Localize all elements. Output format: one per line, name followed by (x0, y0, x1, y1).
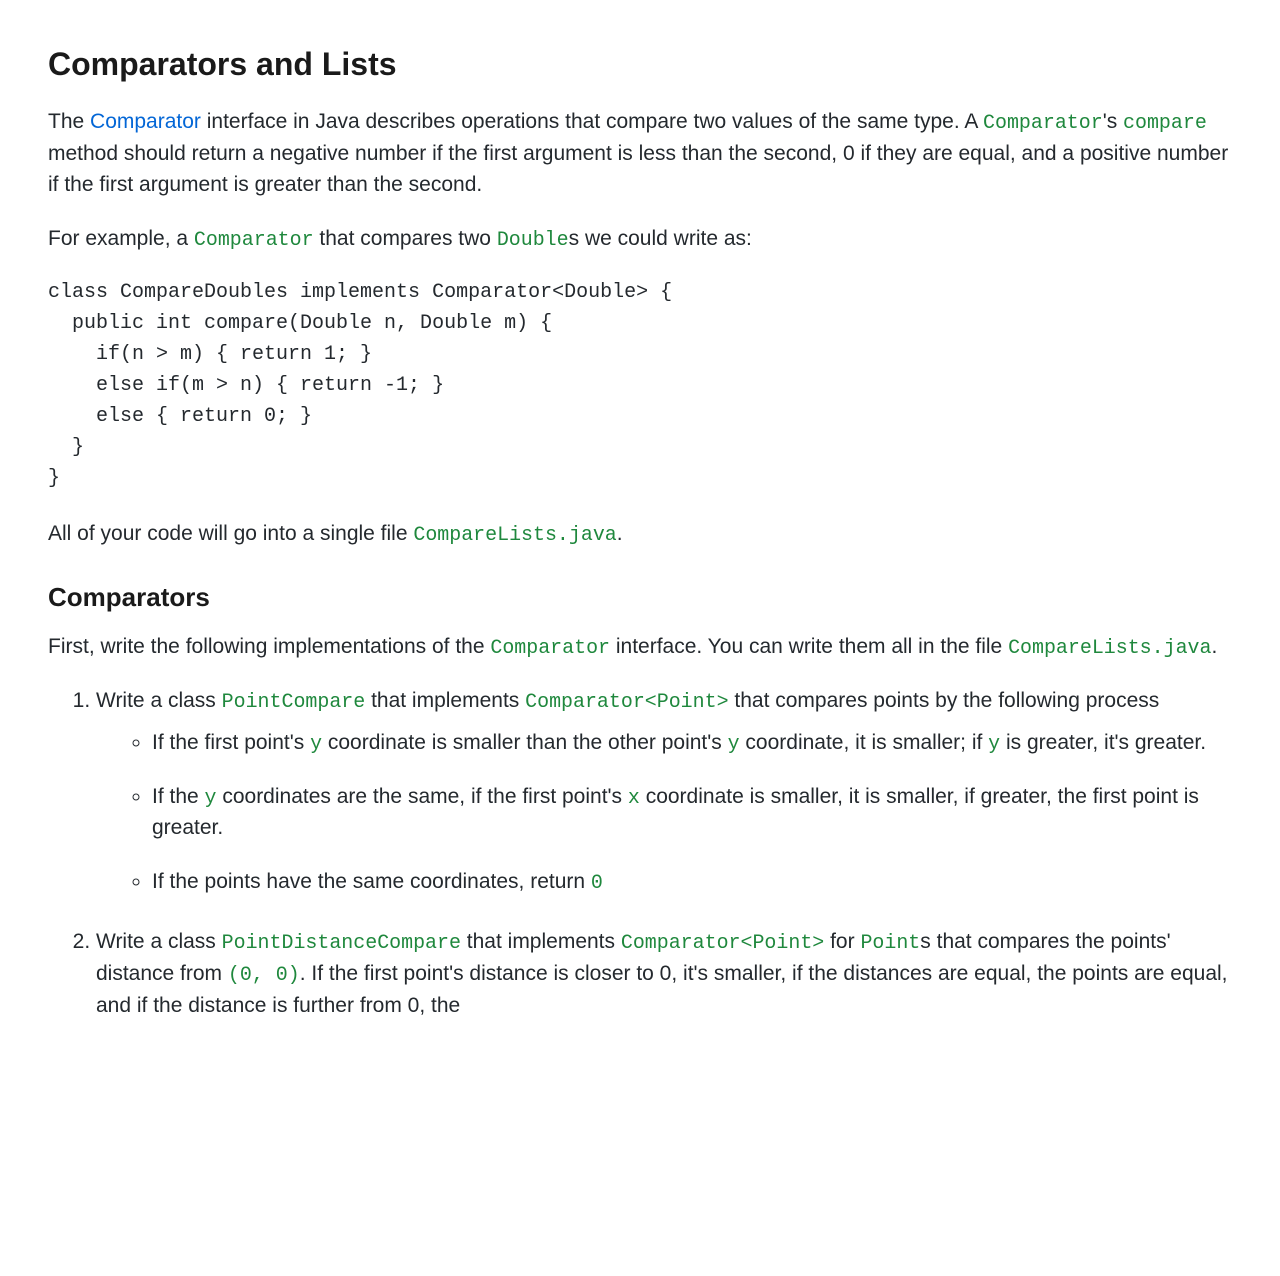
text: . (617, 522, 623, 545)
example-paragraph: For example, a Comparator that compares … (48, 223, 1232, 255)
text: For example, a (48, 227, 194, 250)
file-paragraph: All of your code will go into a single f… (48, 518, 1232, 550)
code-comparator-point: Comparator<Point> (621, 931, 824, 954)
comparator-link[interactable]: Comparator (90, 110, 201, 133)
text: for (824, 930, 860, 953)
section-heading-comparators: Comparators (48, 578, 1232, 617)
code-comparator-point: Comparator<Point> (525, 690, 728, 713)
code-point: Point (860, 931, 920, 954)
code-zero: 0 (591, 871, 603, 894)
text: that implements (365, 689, 525, 712)
code-y: y (988, 732, 1000, 755)
code-x: x (628, 786, 640, 809)
sub-list: If the first point's y coordinate is sma… (96, 727, 1232, 898)
list-item: Write a class PointDistanceCompare that … (96, 926, 1232, 1021)
text: method should return a negative number i… (48, 142, 1228, 197)
text: s we could write as: (569, 227, 752, 250)
text: Write a class (96, 930, 222, 953)
text: . (1211, 635, 1217, 658)
text: interface in Java describes operations t… (201, 110, 983, 133)
code-block-compare-doubles: class CompareDoubles implements Comparat… (48, 277, 1232, 494)
code-y: y (205, 786, 217, 809)
text: If the first point's (152, 731, 310, 754)
list-item: Write a class PointCompare that implemen… (96, 685, 1232, 898)
text: The (48, 110, 90, 133)
text: Write a class (96, 689, 222, 712)
list-item: If the y coordinates are the same, if th… (152, 781, 1232, 844)
code-comparator: Comparator (983, 111, 1103, 134)
list-item: If the points have the same coordinates,… (152, 866, 1232, 898)
code-pointcompare: PointCompare (222, 690, 366, 713)
intro-paragraph: The Comparator interface in Java describ… (48, 106, 1232, 201)
code-comparator: Comparator (490, 636, 610, 659)
code-origin: (0, 0) (228, 963, 300, 986)
code-filename: CompareLists.java (1008, 636, 1211, 659)
text: coordinate is smaller than the other poi… (322, 731, 728, 754)
code-y: y (728, 732, 740, 755)
text: that compares two (314, 227, 497, 250)
text: that implements (461, 930, 621, 953)
text: coordinates are the same, if the first p… (217, 785, 628, 808)
text: If the points have the same coordinates,… (152, 870, 591, 893)
text: First, write the following implementatio… (48, 635, 490, 658)
code-y: y (310, 732, 322, 755)
code-double: Double (497, 228, 569, 251)
code-pointdistancecompare: PointDistanceCompare (222, 931, 461, 954)
code-filename: CompareLists.java (413, 523, 616, 546)
text: interface. You can write them all in the… (610, 635, 1008, 658)
code-compare: compare (1123, 111, 1207, 134)
page-title: Comparators and Lists (48, 40, 1232, 88)
code-comparator: Comparator (194, 228, 314, 251)
instructions-paragraph: First, write the following implementatio… (48, 631, 1232, 663)
text: If the (152, 785, 205, 808)
text: is greater, it's greater. (1000, 731, 1206, 754)
text: coordinate, it is smaller; if (740, 731, 989, 754)
text: All of your code will go into a single f… (48, 522, 413, 545)
text: 's (1103, 110, 1123, 133)
list-item: If the first point's y coordinate is sma… (152, 727, 1232, 759)
text: that compares points by the following pr… (729, 689, 1160, 712)
task-list: Write a class PointCompare that implemen… (48, 685, 1232, 1022)
